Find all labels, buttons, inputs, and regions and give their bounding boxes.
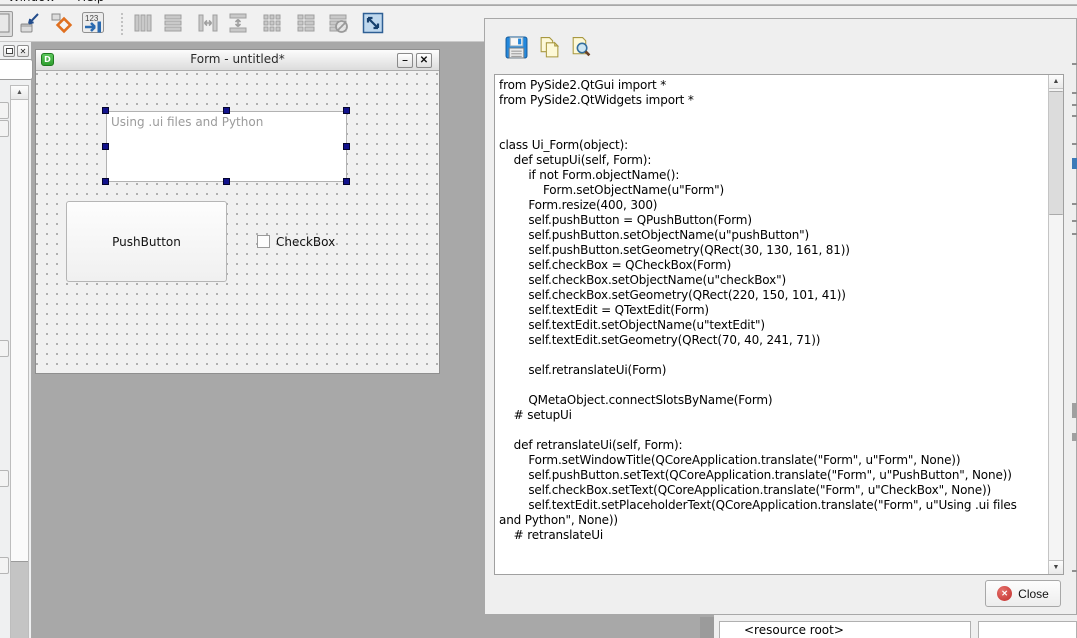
find-in-code-button[interactable] (566, 35, 594, 63)
clipped-right-panel (1072, 18, 1077, 614)
scroll-up-button[interactable]: ▲ (11, 86, 28, 100)
selection-handle-bottom-right[interactable] (343, 178, 350, 185)
form-window-title: Form - untitled* (36, 52, 439, 66)
form-editor-window: D Form - untitled* – ✕ Using .ui files a… (35, 49, 440, 374)
scroll-up-icon: ▲ (16, 89, 23, 96)
selection-handle-top-left[interactable] (102, 107, 109, 114)
copy-code-button[interactable] (535, 35, 563, 63)
selection-handle-middle-right[interactable] (343, 143, 350, 150)
resource-tree[interactable]: <resource root> (719, 621, 971, 638)
layout-vertical-icon (162, 12, 184, 37)
find-icon (569, 36, 592, 62)
window-close-button[interactable]: ✕ (416, 53, 432, 68)
bottom-dock-corner (700, 617, 714, 638)
close-red-x-icon: ✕ (997, 586, 1012, 601)
window-minimize-button[interactable]: – (397, 53, 413, 68)
edit-tab-order-button[interactable]: 123 (80, 11, 106, 37)
float-icon (6, 48, 13, 54)
textedit-placeholder: Using .ui files and Python (111, 115, 263, 129)
resource-browser-dock: <resource root> (714, 615, 1077, 638)
layout-v-splitter-icon (227, 12, 249, 37)
code-text-area[interactable]: from PySide2.QtGui import * from PySide2… (494, 74, 1064, 575)
pushbutton-widget[interactable]: PushButton (66, 201, 227, 282)
qt-designer-window: Window Help 123 (0, 0, 1077, 638)
widget-box-item[interactable] (0, 557, 9, 574)
widget-box-scrollbar[interactable]: ▲ (10, 85, 29, 638)
scroll-up-button[interactable]: ▲ (1049, 75, 1063, 89)
close-dialog-button[interactable]: ✕ Close (985, 580, 1061, 607)
checkbox-label: CheckBox (276, 235, 335, 249)
toolbar-separator (121, 13, 123, 35)
scroll-up-icon: ▲ (1053, 78, 1060, 85)
layout-horizontally-button (130, 11, 156, 37)
scroll-down-icon: ▼ (1053, 564, 1060, 571)
adjust-size-icon (362, 12, 384, 37)
menu-bar: Window Help (0, 0, 1077, 5)
layout-grid-icon (261, 12, 283, 37)
tab-order-icon: 123 (81, 11, 105, 38)
menu-help[interactable]: Help (77, 0, 104, 4)
layout-form-button (293, 11, 319, 37)
save-icon (505, 36, 528, 62)
form-canvas[interactable]: Using .ui files and Python PushButton Ch… (36, 71, 439, 373)
widget-box-search-input[interactable] (0, 59, 33, 80)
code-scrollbar[interactable]: ▲ ▼ (1048, 75, 1063, 574)
close-icon: ✕ (420, 55, 428, 66)
dock-close-icon: ✕ (20, 47, 27, 56)
selection-handle-top-right[interactable] (343, 107, 350, 114)
generated-python-code[interactable]: from PySide2.QtGui import * from PySide2… (495, 75, 1047, 543)
widget-box-item[interactable] (0, 102, 9, 119)
menu-window[interactable]: Window (8, 0, 55, 4)
buddy-tag-icon (51, 12, 73, 37)
dock-float-button[interactable] (3, 45, 15, 57)
checkbox-box-icon (257, 235, 270, 248)
scroll-down-button[interactable]: ▼ (1049, 560, 1063, 574)
svg-text:123: 123 (85, 14, 99, 23)
selection-handle-bottom-center[interactable] (223, 178, 230, 185)
widget-box-item[interactable] (0, 120, 9, 137)
layout-horizontal-icon (132, 12, 154, 37)
layout-h-splitter-icon (197, 12, 219, 37)
widget-box-dock: ✕ ▲ (0, 42, 32, 638)
scrollbar-thumb[interactable] (1049, 91, 1063, 215)
selection-handle-bottom-left[interactable] (102, 178, 109, 185)
edit-widgets-icon (0, 12, 11, 37)
textedit-widget[interactable]: Using .ui files and Python (106, 111, 347, 182)
form-window-titlebar[interactable]: D Form - untitled* – ✕ (36, 50, 439, 71)
widget-box-item[interactable] (0, 340, 9, 357)
copy-icon (538, 36, 561, 62)
layout-grid-button (259, 11, 285, 37)
scrollbar-thumb[interactable] (11, 561, 28, 638)
code-preview-dialog: from PySide2.QtGui import * from PySide2… (484, 18, 1077, 615)
signals-slots-icon (19, 12, 41, 37)
adjust-size-button[interactable] (360, 11, 386, 37)
edit-buddies-button[interactable] (49, 11, 75, 37)
save-code-button[interactable] (502, 35, 530, 63)
layout-vertical-splitter-button (225, 11, 251, 37)
edit-signals-slots-button[interactable] (17, 11, 43, 37)
layout-vertically-button (160, 11, 186, 37)
resource-root-item[interactable]: <resource root> (744, 623, 844, 637)
minimize-icon: – (402, 55, 408, 66)
layout-horizontal-splitter-button (195, 11, 221, 37)
edit-widgets-button[interactable] (0, 11, 13, 37)
selection-handle-top-center[interactable] (223, 107, 230, 114)
close-button-label: Close (1018, 587, 1049, 601)
break-layout-icon (327, 12, 349, 37)
checkbox-widget[interactable]: CheckBox (256, 221, 357, 262)
break-layout-button (325, 11, 351, 37)
resource-list[interactable] (978, 621, 1077, 638)
dock-close-button[interactable]: ✕ (17, 45, 29, 57)
selection-handle-middle-left[interactable] (102, 143, 109, 150)
widget-box-item[interactable] (0, 470, 9, 487)
layout-form-icon (295, 12, 317, 37)
